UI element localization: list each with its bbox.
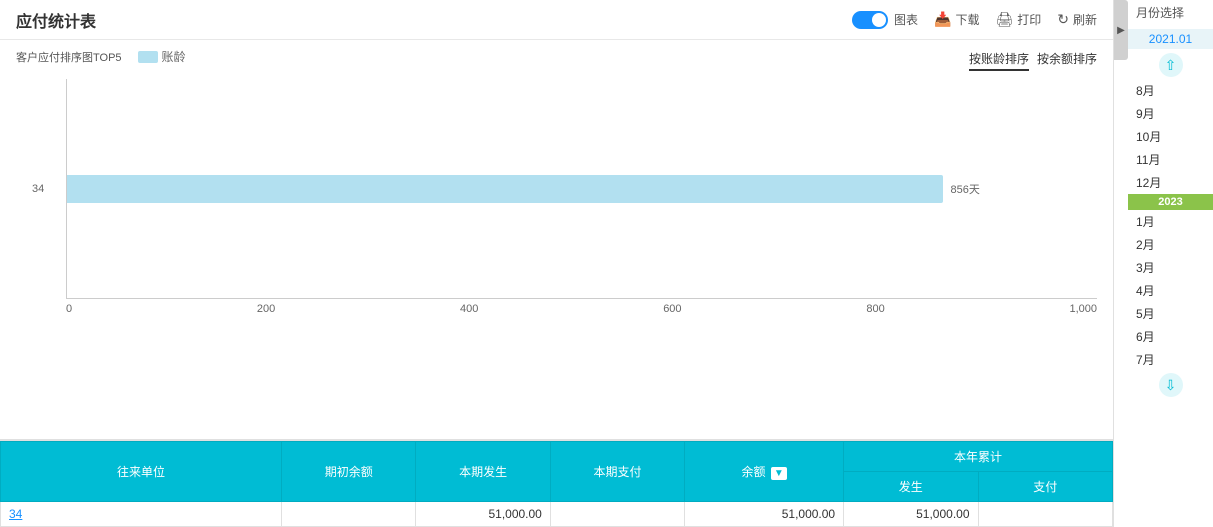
refresh-label: 刷新 <box>1073 11 1097 28</box>
chart-area: 34 856天 0 200 400 600 800 1,000 <box>16 79 1097 339</box>
sidebar-container: ▶ 月份选择 2021.01 ⇧ 8月9月10月11月12月20231月2月3月… <box>1113 0 1213 527</box>
th-ytd-pay: 支付 <box>978 472 1112 502</box>
month-item-5月[interactable]: 5月 <box>1128 302 1213 325</box>
download-icon: 📥 <box>934 11 951 28</box>
chart-toggle[interactable] <box>852 11 888 29</box>
th-unit: 往来单位 <box>1 442 282 502</box>
x-tick-400: 400 <box>460 303 478 315</box>
month-nav-up[interactable]: ⇧ <box>1159 53 1183 77</box>
sort-by-amount-btn[interactable]: 按余额排序 <box>1037 50 1097 71</box>
chart-sort-buttons: 按账龄排序 按余额排序 <box>969 50 1097 71</box>
month-list: 8月9月10月11月12月20231月2月3月4月5月6月7月 <box>1128 79 1213 371</box>
sidebar-inner: 月份选择 2021.01 ⇧ 8月9月10月11月12月20231月2月3月4月… <box>1128 0 1213 527</box>
print-icon: 🖨 <box>995 11 1013 28</box>
th-ytd-group: 本年累计 <box>844 442 1113 472</box>
chart-toggle-label: 图表 <box>894 11 918 28</box>
legend-item-2: 账龄 <box>138 48 186 65</box>
th-balance: 余额 ▼ <box>685 442 844 502</box>
month-item-12月[interactable]: 12月 <box>1128 171 1213 194</box>
chart-legend: 客户应付排序图TOP5 账龄 <box>16 48 186 65</box>
sidebar-collapse-btn[interactable]: ▶ <box>1114 0 1128 60</box>
bar-end-label-34: 856天 <box>951 181 980 197</box>
refresh-icon: ↻ <box>1057 11 1069 28</box>
x-tick-600: 600 <box>663 303 681 315</box>
chart-bars-container: 34 856天 <box>66 79 1097 299</box>
cell-ytd-occur: 51,000.00 <box>844 502 978 527</box>
x-axis: 0 200 400 600 800 1,000 <box>66 299 1097 315</box>
refresh-button[interactable]: ↻ 刷新 <box>1057 11 1097 28</box>
current-period-display: 2021.01 <box>1128 29 1213 49</box>
table-row: 34 51,000.00 51,000.00 51,000.00 <box>1 502 1113 527</box>
sort-by-balance-btn[interactable]: 按账龄排序 <box>969 50 1029 71</box>
th-ytd-occur: 发生 <box>844 472 978 502</box>
legend-icon-1: 客户应付排序图TOP5 <box>16 49 122 65</box>
sidebar-title: 月份选择 <box>1128 0 1192 25</box>
month-item-2月[interactable]: 2月 <box>1128 233 1213 256</box>
page-title: 应付统计表 <box>16 8 96 32</box>
chart-toggle-wrap[interactable]: 图表 <box>852 11 918 29</box>
cell-opening <box>282 502 416 527</box>
balance-filter-icon[interactable]: ▼ <box>771 467 787 480</box>
th-opening: 期初余额 <box>282 442 416 502</box>
month-item-6月[interactable]: 6月 <box>1128 325 1213 348</box>
x-tick-0: 0 <box>66 303 72 315</box>
print-label: 打印 <box>1017 11 1041 28</box>
header-actions: 图表 📥 下载 🖨 打印 ↻ 刷新 <box>852 11 1097 29</box>
legend-label-2: 账龄 <box>162 48 186 65</box>
th-current-occur: 本期发生 <box>416 442 550 502</box>
bar-34 <box>67 175 943 203</box>
month-nav-down[interactable]: ⇩ <box>1159 373 1183 397</box>
month-item-11月[interactable]: 11月 <box>1128 148 1213 171</box>
cell-unit[interactable]: 34 <box>1 502 282 527</box>
month-item-8月[interactable]: 8月 <box>1128 79 1213 102</box>
download-button[interactable]: 📥 下载 <box>934 11 979 28</box>
cell-balance: 51,000.00 <box>685 502 844 527</box>
month-item-4月[interactable]: 4月 <box>1128 279 1213 302</box>
year-marker: 2023 <box>1128 194 1213 210</box>
table-section: 往来单位 期初余额 本期发生 本期支付 余额 ▼ 本年累计 发生 支付 <box>0 439 1113 527</box>
month-item-7月[interactable]: 7月 <box>1128 348 1213 371</box>
x-tick-800: 800 <box>866 303 884 315</box>
chart-section: 客户应付排序图TOP5 账龄 按账龄排序 按余额排序 34 <box>0 40 1113 439</box>
cell-current-occur: 51,000.00 <box>416 502 550 527</box>
data-table: 往来单位 期初余额 本期发生 本期支付 余额 ▼ 本年累计 发生 支付 <box>0 441 1113 527</box>
month-item-3月[interactable]: 3月 <box>1128 256 1213 279</box>
x-tick-1000: 1,000 <box>1069 303 1097 315</box>
month-item-10月[interactable]: 10月 <box>1128 125 1213 148</box>
cell-current-pay <box>550 502 684 527</box>
legend-item-1: 客户应付排序图TOP5 <box>16 49 122 65</box>
x-tick-200: 200 <box>257 303 275 315</box>
legend-dot-2 <box>138 51 158 63</box>
month-item-9月[interactable]: 9月 <box>1128 102 1213 125</box>
print-button[interactable]: 🖨 打印 <box>995 11 1041 28</box>
cell-ytd-pay <box>978 502 1112 527</box>
page-header: 应付统计表 图表 📥 下载 🖨 打印 ↻ 刷新 <box>0 0 1113 40</box>
bar-label-34: 34 <box>32 183 44 195</box>
th-current-pay: 本期支付 <box>550 442 684 502</box>
download-label: 下载 <box>955 11 979 28</box>
month-item-1月[interactable]: 1月 <box>1128 210 1213 233</box>
